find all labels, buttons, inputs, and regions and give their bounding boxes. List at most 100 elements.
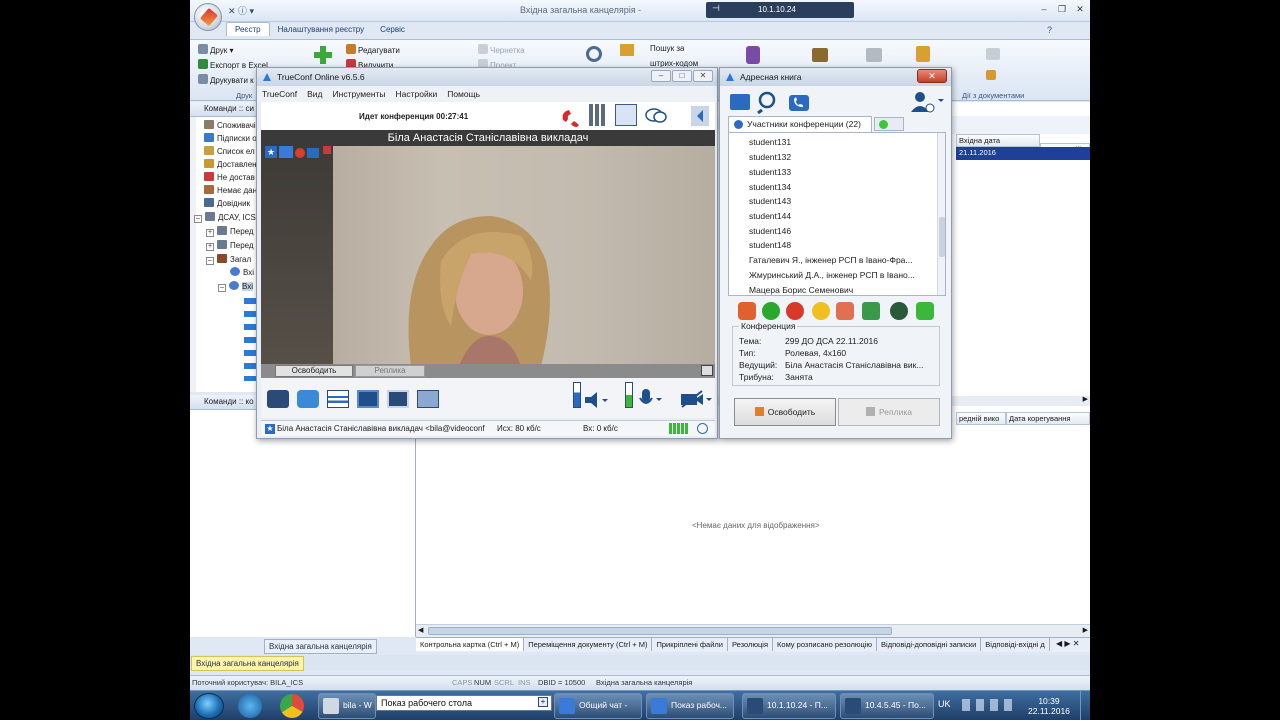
list-item[interactable]: student134 [749,182,932,196]
list-item[interactable]: student144 [749,211,932,225]
list-item[interactable]: student146 [749,226,932,240]
tab-online[interactable] [874,117,904,131]
tree-node[interactable]: + Перед [206,226,254,239]
list-item[interactable]: Гаталевич Я., інженер РСП в Івано-Фра... [749,255,932,269]
search-barcode-label[interactable]: Пошук за [650,44,684,53]
collapse-panel-button[interactable] [691,106,709,126]
column-header[interactable]: редній вико [956,412,1006,425]
expand-icon[interactable]: + [206,229,214,237]
nav-item[interactable]: Список ел [204,146,255,159]
nav-item[interactable]: Споживачі [204,120,256,133]
speaker-volume-level[interactable] [573,382,581,408]
dialpad-icon[interactable] [589,104,605,126]
minimize-button[interactable]: – [651,70,671,82]
tab-document-moves[interactable]: Переміщення документу (Ctrl + M) [524,638,653,651]
selected-row[interactable]: 21.11.2016 [956,147,1090,160]
nav-item[interactable]: Не достав [204,172,255,185]
taskbar-item[interactable]: 10.1.10.24 - П... [742,693,836,719]
tree-node[interactable]: – Вхі [218,281,254,294]
nav-item[interactable]: Підписки о [204,133,257,146]
smile-icon[interactable] [812,302,830,320]
list-item[interactable]: student148 [749,240,932,254]
list-item[interactable]: Мацера Борис Семенович [749,285,932,295]
horizontal-scrollbar[interactable]: ◀ ▶ [416,624,1090,637]
chat-icon[interactable] [645,108,667,124]
snapshot-icon[interactable] [297,390,319,408]
nav-item[interactable]: Доставлен [204,159,257,172]
chrome-icon[interactable] [280,694,304,718]
tab-registry[interactable]: Реєстр [226,22,270,36]
scroll-right-icon[interactable]: ▶ [1083,395,1088,403]
list-item[interactable]: student133 [749,167,932,181]
minimize-button[interactable]: – [1036,2,1052,16]
sign-icon[interactable] [812,48,828,62]
collapse-icon[interactable]: – [218,284,226,292]
tab-assigned-to[interactable]: Кому розписано резолюцію [773,638,878,651]
close-button[interactable]: ✕ [693,70,713,82]
close-button[interactable]: ✕ [917,69,947,83]
archive-icon[interactable] [866,48,882,62]
search-user-icon[interactable] [756,90,780,114]
pip-icon[interactable] [701,365,713,376]
tab-incoming-replies[interactable]: Відповіді-вхідні д [981,638,1050,651]
raise-hand-icon[interactable] [738,302,756,320]
tree-node[interactable]: + Перед [206,240,254,253]
ie-icon[interactable] [238,694,262,718]
clock[interactable]: 10:39 22.11.2016 [1028,696,1070,716]
replica-button[interactable]: Реплика [838,398,940,426]
camera-icon[interactable] [267,390,289,408]
menu-view[interactable]: Вид [302,86,327,102]
pin-icon[interactable]: ⊣ [712,3,720,14]
promote-icon[interactable] [762,302,780,320]
list-item[interactable]: Жмуринський Д.А., інженер РСП в Івано... [749,270,932,284]
expand-icon[interactable]: + [206,243,214,251]
list-item[interactable]: student143 [749,196,932,210]
show-desktop-button[interactable] [1080,691,1090,720]
docs-action-icon[interactable] [986,70,996,80]
collapse-icon[interactable]: – [206,257,214,265]
menu-tools[interactable]: Инструменты [328,86,391,102]
tree-node[interactable]: Вхі [230,267,254,280]
list-scrollbar[interactable] [937,133,945,295]
microphone-icon[interactable] [637,388,663,410]
add-icon[interactable] [314,46,332,64]
tab-resolution[interactable]: Резолюція [728,638,774,651]
add-user-icon[interactable] [910,90,944,114]
tray-icons[interactable] [962,699,1018,711]
taskbar-item[interactable]: Показ рабоч... [646,693,734,719]
search-icon[interactable] [586,46,602,62]
tab-replies[interactable]: Відповіді-доповідні записки [877,638,982,651]
free-tribune-button[interactable]: Освободить [275,365,353,377]
contacts-icon[interactable] [730,94,750,110]
screen-share-icon[interactable] [387,390,409,408]
tree-node[interactable]: – ДСАУ, ICS [194,212,256,225]
mic-volume-level[interactable] [625,382,633,408]
replica-button[interactable]: Реплика [355,365,425,377]
taskbar-item[interactable]: 10.4.5.45 - По... [840,693,934,719]
tab-attached-files[interactable]: Прикріплені файли [652,638,728,651]
nav-item[interactable]: Немає дан [204,185,257,198]
tab-control-card[interactable]: Контрольна картка (Ctrl + M) [416,638,525,651]
window-list-tab[interactable]: Вхідна загальна канцелярія [264,639,377,654]
scroll-left-icon[interactable]: ◀ [418,626,423,634]
invite-icon[interactable] [862,302,880,320]
kick-icon[interactable] [890,302,908,320]
taskbar-item[interactable]: Общий чат - [554,693,642,719]
key-icon[interactable] [916,46,930,62]
tab-participants[interactable]: Участники конференции (22) [728,116,872,132]
tab-service[interactable]: Сервіс [372,23,413,36]
hangup-icon[interactable] [559,106,581,128]
menu-trueconf[interactable]: TrueConf [257,86,302,102]
print-button[interactable]: Друк ▾ [198,44,234,55]
nav-item[interactable]: Довідник [204,198,250,211]
scroll-right-icon[interactable]: ▶ [1083,626,1088,634]
speaker-icon[interactable] [583,390,609,410]
taskbar-item[interactable]: bila - W [318,693,376,719]
tab-scroll-buttons[interactable]: ◀ ▶ ✕ [1056,639,1079,648]
language-indicator[interactable]: UK [938,699,951,709]
restore-button[interactable]: ❐ [1054,2,1070,16]
menu-help[interactable]: Помощь [442,86,485,102]
call-history-icon[interactable] [788,94,810,112]
list-item[interactable]: student132 [749,152,932,166]
app-menu-orb[interactable] [194,3,222,31]
